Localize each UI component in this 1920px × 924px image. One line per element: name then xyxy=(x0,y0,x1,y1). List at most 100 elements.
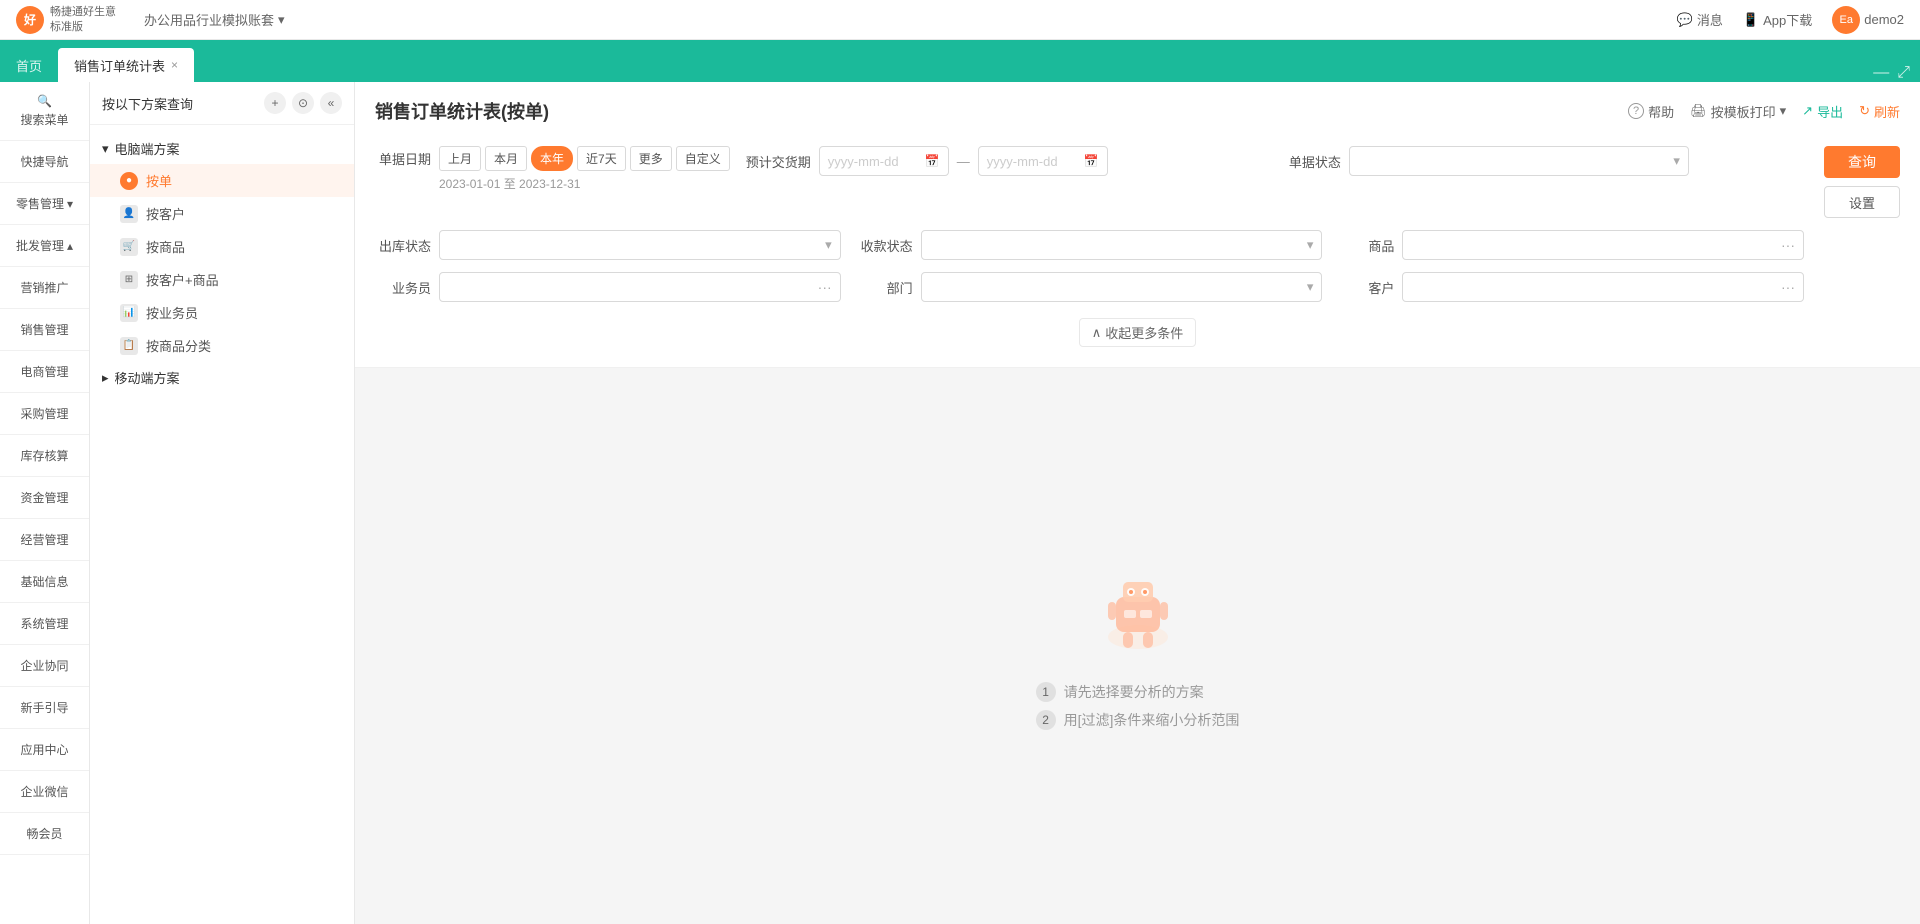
salesperson-ellipsis-icon[interactable]: ··· xyxy=(818,279,832,295)
goods-input[interactable]: ··· xyxy=(1402,230,1804,260)
hint-text-1: 请先选择要分析的方案 xyxy=(1064,682,1204,702)
scheme-icon-by-order: ● xyxy=(120,172,138,190)
empty-hint-1: 1 请先选择要分析的方案 xyxy=(1036,682,1240,702)
sidebar-item-wechat[interactable]: 企业微信 xyxy=(0,771,89,813)
expected-from-placeholder: yyyy-mm-dd xyxy=(828,154,899,169)
app-download-action[interactable]: 📱 App下载 xyxy=(1743,10,1812,29)
maximize-icon[interactable]: ⤢ xyxy=(1897,64,1910,82)
expected-date-label: 预计交货期 xyxy=(746,152,811,171)
sidebar-item-system[interactable]: 系统管理 xyxy=(0,603,89,645)
print-template-action[interactable]: 🖨 按模板打印 ▾ xyxy=(1690,102,1786,121)
sidebar-item-appcenter[interactable]: 应用中心 xyxy=(0,729,89,771)
scheme-item-by-customer[interactable]: 👤 按客户 xyxy=(90,197,354,230)
date-btn-last7[interactable]: 近7天 xyxy=(577,146,626,171)
salesperson-label: 业务员 xyxy=(375,278,431,297)
scheme-group-pc-title[interactable]: ▾ 电脑端方案 xyxy=(90,133,354,164)
top-bar-right: 💬 消息 📱 App下载 Ea demo2 xyxy=(1677,6,1904,34)
logo-icon: 好 xyxy=(16,6,44,34)
sidebar-item-search[interactable]: 🔍 搜索菜单 xyxy=(0,82,89,141)
ship-status-select[interactable]: ▾ xyxy=(439,230,841,260)
collapse-panel-button[interactable]: « xyxy=(320,92,342,114)
top-bar-left: 好 畅捷通好生意 标准版 办公用品行业模拟账套 ▾ xyxy=(16,5,285,34)
add-scheme-button[interactable]: + xyxy=(264,92,286,114)
date-btn-this-year[interactable]: 本年 xyxy=(531,146,573,171)
empty-robot-svg xyxy=(1088,562,1188,662)
scheme-list: ▾ 电脑端方案 ● 按单 👤 按客户 🛒 按商品 xyxy=(90,125,354,924)
collapse-row: ∧ 收起更多条件 xyxy=(375,310,1900,355)
tab-sales-stats[interactable]: 销售订单统计表 × xyxy=(58,48,194,82)
empty-hint-2: 2 用[过滤]条件来缩小分析范围 xyxy=(1036,710,1240,730)
export-action[interactable]: ↗ 导出 xyxy=(1802,102,1843,121)
sidebar-item-ecommerce[interactable]: 电商管理 xyxy=(0,351,89,393)
scheme-group-mobile-title[interactable]: ▸ 移动端方案 xyxy=(90,362,354,393)
tab-bar: 首页 销售订单统计表 × — ⤢ xyxy=(0,40,1920,82)
help-icon: ? xyxy=(1628,103,1644,119)
message-action[interactable]: 💬 消息 xyxy=(1677,10,1723,29)
refresh-action[interactable]: ↻ 刷新 xyxy=(1859,102,1900,121)
tab-home[interactable]: 首页 xyxy=(0,48,58,82)
date-btn-custom[interactable]: 自定义 xyxy=(676,146,730,171)
status-select[interactable]: ▾ xyxy=(1349,146,1689,176)
scheme-item-by-salesperson[interactable]: 📊 按业务员 xyxy=(90,296,354,329)
left-panel-header: 按以下方案查询 + ⊙ « xyxy=(90,82,354,125)
sidebar-item-finance[interactable]: 资金管理 xyxy=(0,477,89,519)
scheme-item-by-category[interactable]: 📋 按商品分类 xyxy=(90,329,354,362)
left-panel-title: 按以下方案查询 xyxy=(102,94,256,113)
sidebar-item-basics[interactable]: 基础信息 xyxy=(0,561,89,603)
search-button[interactable]: 查询 xyxy=(1824,146,1900,178)
expected-date-to-input[interactable]: yyyy-mm-dd 📅 xyxy=(978,146,1108,176)
goods-ellipsis-icon[interactable]: ··· xyxy=(1781,237,1795,253)
app-selector[interactable]: 办公用品行业模拟账套 ▾ xyxy=(144,10,285,29)
collapse-more-button[interactable]: ∧ 收起更多条件 xyxy=(1079,318,1197,347)
settings-button[interactable]: 设置 xyxy=(1824,186,1900,218)
expected-date-from-input[interactable]: yyyy-mm-dd 📅 xyxy=(819,146,949,176)
chevron-right-icon: ▸ xyxy=(102,370,109,386)
customer-input[interactable]: ··· xyxy=(1402,272,1804,302)
edit-scheme-button[interactable]: ⊙ xyxy=(292,92,314,114)
scheme-icon-by-salesperson: 📊 xyxy=(120,304,138,322)
sidebar-item-quicknav[interactable]: 快捷导航 xyxy=(0,141,89,183)
close-tab-icon[interactable]: × xyxy=(171,58,178,72)
sidebar-item-guide[interactable]: 新手引导 xyxy=(0,687,89,729)
hint-number-2: 2 xyxy=(1036,710,1056,730)
sidebar-item-retail[interactable]: 零售管理 ▾ xyxy=(0,183,89,225)
salesperson-input[interactable]: ··· xyxy=(439,272,841,302)
customer-label: 客户 xyxy=(1338,278,1394,297)
department-select[interactable]: ▾ xyxy=(921,272,1323,302)
chevron-up-icon: ▴ xyxy=(67,239,73,253)
help-action[interactable]: ? 帮助 xyxy=(1628,102,1674,121)
sidebar-item-member[interactable]: 畅会员 xyxy=(0,813,89,855)
scheme-item-by-order[interactable]: ● 按单 xyxy=(90,164,354,197)
scheme-icon-by-category: 📋 xyxy=(120,337,138,355)
scheme-item-by-customer-goods[interactable]: ⊞ 按客户+商品 xyxy=(90,263,354,296)
message-icon: 💬 xyxy=(1677,12,1693,28)
left-panel-icons: + ⊙ « xyxy=(264,92,342,114)
department-label: 部门 xyxy=(857,278,913,297)
sidebar-item-inventory[interactable]: 库存核算 xyxy=(0,435,89,477)
sidebar-item-operations[interactable]: 经营管理 xyxy=(0,519,89,561)
sidebar-item-sales[interactable]: 销售管理 xyxy=(0,309,89,351)
sidebar-item-enterprise[interactable]: 企业协同 xyxy=(0,645,89,687)
plus-icon: + xyxy=(271,96,278,110)
department-arrow: ▾ xyxy=(1307,279,1314,295)
date-quick-buttons: 上月 本月 本年 近7天 更多 自定义 xyxy=(439,146,730,171)
date-btn-last-month[interactable]: 上月 xyxy=(439,146,481,171)
user-action[interactable]: Ea demo2 xyxy=(1832,6,1904,34)
sidebar-item-marketing[interactable]: 营销推广 xyxy=(0,267,89,309)
edit-icon: ⊙ xyxy=(298,96,308,110)
tab-bar-actions: — ⤢ xyxy=(1873,64,1920,82)
chevron-up-icon: ∧ xyxy=(1092,325,1102,341)
customer-ellipsis-icon[interactable]: ··· xyxy=(1781,279,1795,295)
date-separator: — xyxy=(957,154,970,169)
sidebar-item-purchase[interactable]: 采购管理 xyxy=(0,393,89,435)
top-bar: 好 畅捷通好生意 标准版 办公用品行业模拟账套 ▾ 💬 消息 📱 App下载 E… xyxy=(0,0,1920,40)
minimize-icon[interactable]: — xyxy=(1873,64,1889,82)
scheme-icon-by-goods: 🛒 xyxy=(120,238,138,256)
receipt-status-select[interactable]: ▾ xyxy=(921,230,1323,260)
date-label: 单据日期 xyxy=(375,149,431,168)
date-btn-more[interactable]: 更多 xyxy=(630,146,672,171)
sidebar-item-wholesale[interactable]: 批发管理 ▴ xyxy=(0,225,89,267)
hint-number-1: 1 xyxy=(1036,682,1056,702)
scheme-item-by-goods[interactable]: 🛒 按商品 xyxy=(90,230,354,263)
date-btn-this-month[interactable]: 本月 xyxy=(485,146,527,171)
